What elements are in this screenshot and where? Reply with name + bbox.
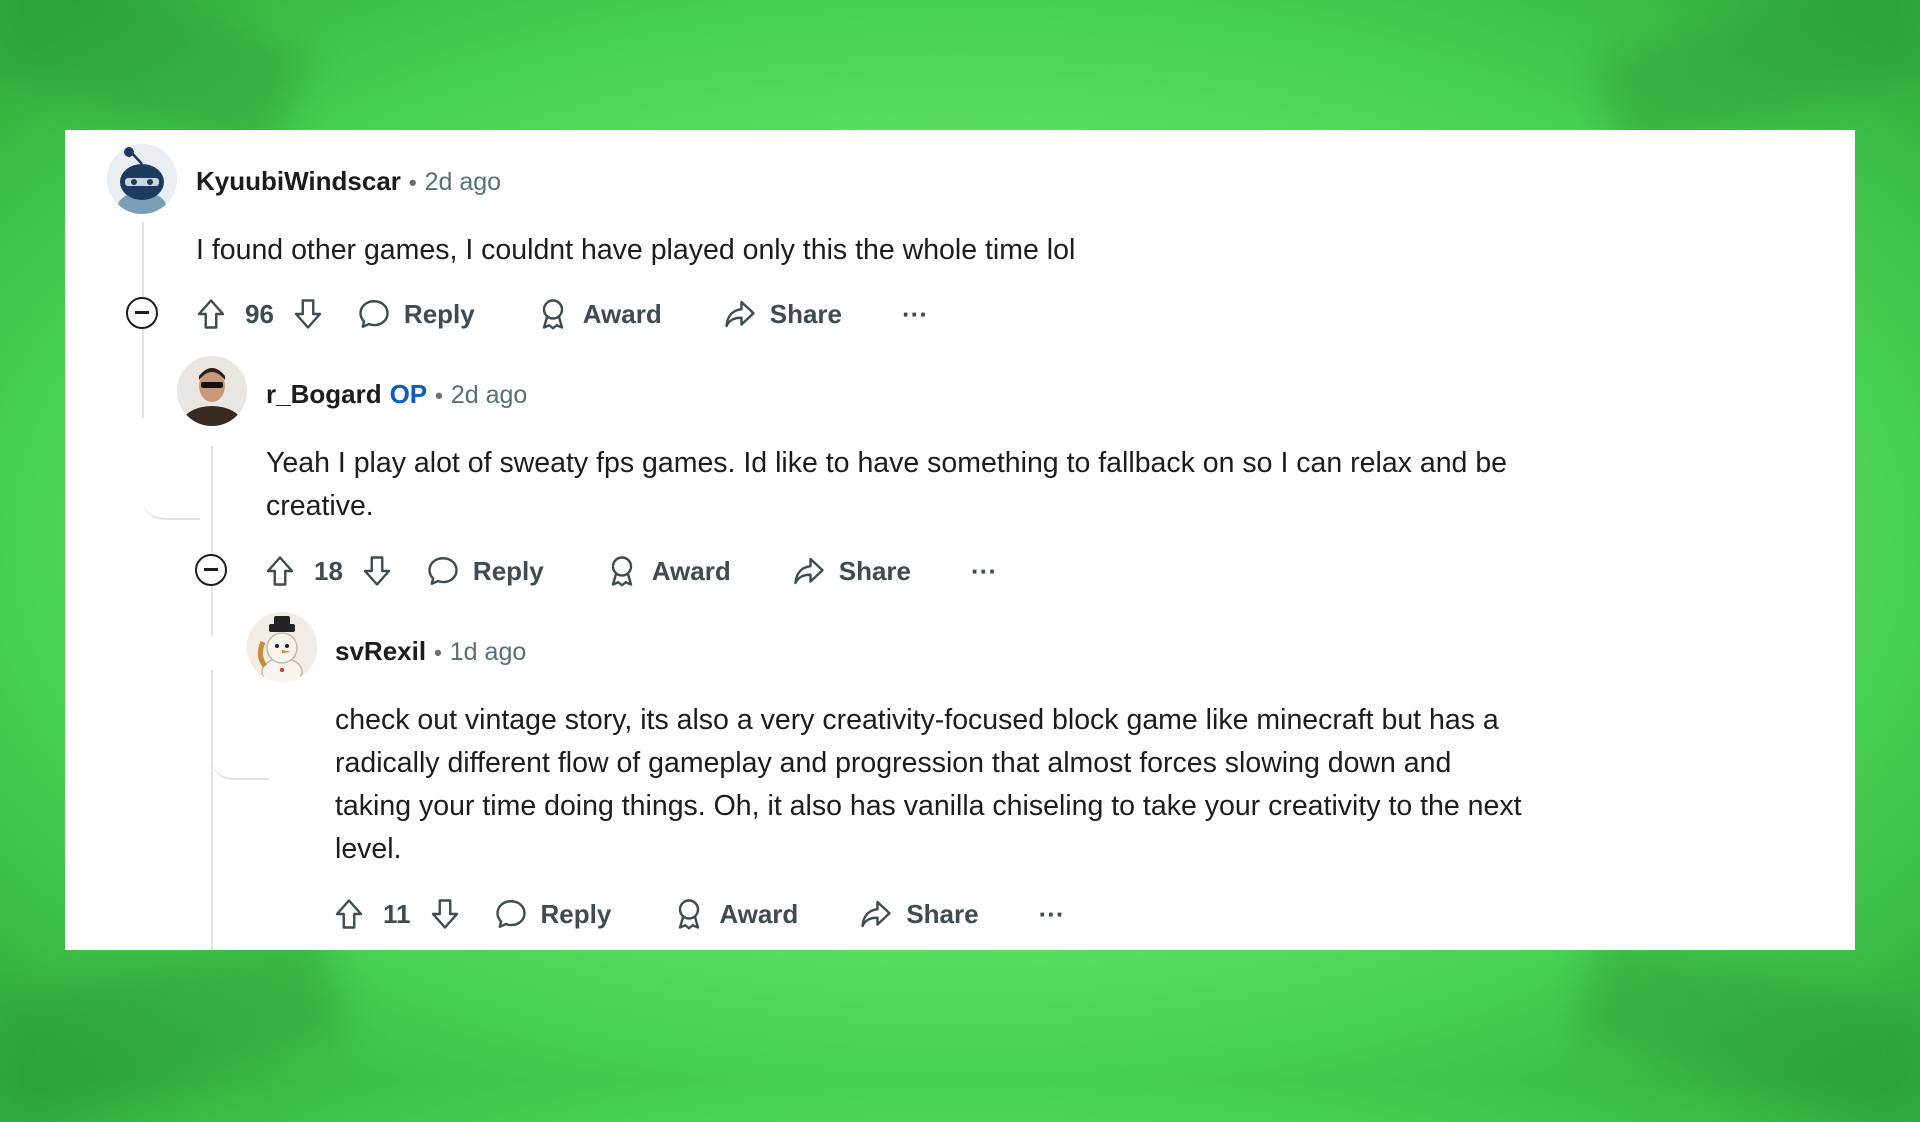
more-options-button[interactable]: ··· — [902, 299, 928, 330]
separator-dot: • — [434, 640, 442, 665]
award-button[interactable]: Award — [604, 553, 731, 589]
share-button[interactable]: Share — [858, 896, 979, 932]
background-ray — [1571, 927, 1920, 1122]
username[interactable]: KyuubiWindscar — [196, 166, 401, 196]
downvote-icon — [294, 299, 322, 329]
comment-header: r_Bogard OP • 2d ago — [266, 379, 527, 410]
comment-actions: 96 Reply Award Share ··· — [193, 292, 928, 336]
upvote-button[interactable] — [193, 296, 229, 332]
share-button[interactable]: Share — [791, 553, 911, 589]
upvote-button[interactable] — [262, 553, 298, 589]
share-label: Share — [838, 555, 911, 586]
timestamp[interactable]: 2d ago — [425, 168, 501, 196]
reply-icon — [359, 300, 389, 328]
more-icon: ··· — [971, 555, 997, 586]
downvote-button[interactable] — [359, 553, 395, 589]
share-icon — [725, 300, 755, 328]
award-icon — [611, 556, 632, 587]
comment-line: creative. — [266, 490, 374, 522]
more-icon: ··· — [1038, 898, 1065, 929]
avatar[interactable] — [107, 144, 177, 214]
collapse-icon[interactable] — [126, 297, 158, 329]
reply-icon — [495, 900, 526, 928]
comment-line: radically different flow of gameplay and… — [335, 747, 1452, 779]
timestamp[interactable]: 2d ago — [451, 381, 527, 409]
reply-button[interactable]: Reply — [493, 896, 612, 932]
username[interactable]: r_Bogard — [266, 379, 382, 409]
comment-line: level. — [335, 833, 402, 865]
snoo-avatar-icon — [107, 144, 177, 214]
comment-thread-card: KyuubiWindscar • 2d ago I found other game… — [65, 130, 1855, 950]
comment-header: KyuubiWindscar • 2d ago — [196, 166, 501, 197]
timestamp[interactable]: 1d ago — [450, 638, 526, 666]
award-icon — [542, 299, 563, 330]
reply-button[interactable]: Reply — [356, 296, 475, 332]
comment-actions: 11 Reply Award Share ··· — [331, 892, 1065, 936]
downvote-icon — [363, 556, 391, 586]
comment-header: svRexil • 1d ago — [335, 636, 526, 667]
vote-count: 11 — [383, 898, 411, 929]
award-label: Award — [582, 298, 662, 329]
reply-label: Reply — [540, 898, 612, 929]
comment-body: Yeah I play alot of sweaty fps games. Id… — [266, 442, 1507, 528]
thread-line — [211, 670, 213, 950]
separator-dot: • — [435, 383, 443, 408]
username[interactable]: svRexil — [335, 636, 426, 666]
upvote-icon — [197, 299, 225, 329]
more-options-button[interactable]: ··· — [971, 556, 997, 587]
downvote-icon — [431, 899, 458, 929]
share-label: Share — [906, 898, 979, 929]
comment-line: Yeah I play alot of sweaty fps games. Id… — [266, 447, 1508, 479]
upvote-button[interactable] — [331, 896, 367, 932]
upvote-icon — [266, 556, 294, 586]
person-avatar-icon — [177, 356, 247, 426]
downvote-button[interactable] — [427, 896, 463, 932]
comment-actions: 18 Reply Award Share ··· — [262, 549, 997, 593]
award-label: Award — [719, 898, 799, 929]
more-icon: ··· — [902, 298, 928, 329]
separator-dot: • — [408, 170, 417, 195]
share-icon — [794, 557, 824, 585]
avatar[interactable] — [177, 356, 247, 426]
vote-count: 96 — [245, 298, 274, 329]
thread-line — [211, 446, 213, 636]
more-options-button[interactable]: ··· — [1039, 899, 1065, 930]
comment-body: I found other games, I couldnt have play… — [196, 234, 1076, 266]
avatar[interactable] — [247, 612, 317, 682]
reply-label: Reply — [403, 298, 475, 329]
op-badge: OP — [389, 379, 428, 409]
vote-count: 18 — [314, 555, 343, 586]
share-icon — [861, 900, 892, 928]
thread-connector — [142, 330, 200, 520]
reply-button[interactable]: Reply — [425, 553, 544, 589]
share-label: Share — [769, 298, 842, 329]
award-label: Award — [651, 555, 731, 586]
award-icon — [679, 899, 700, 930]
comment-body: check out vintage story, its also a very… — [335, 699, 1522, 871]
reply-label: Reply — [472, 555, 544, 586]
award-button[interactable]: Award — [671, 896, 798, 932]
downvote-button[interactable] — [290, 296, 326, 332]
comment-line: check out vintage story, its also a very… — [335, 704, 1499, 736]
award-button[interactable]: Award — [535, 296, 662, 332]
snowman-avatar-icon — [247, 612, 317, 682]
upvote-icon — [335, 899, 363, 929]
share-button[interactable]: Share — [722, 296, 842, 332]
collapse-icon[interactable] — [195, 554, 227, 586]
reply-icon — [428, 557, 458, 585]
comment-line: taking your time doing things. Oh, it al… — [335, 790, 1522, 822]
